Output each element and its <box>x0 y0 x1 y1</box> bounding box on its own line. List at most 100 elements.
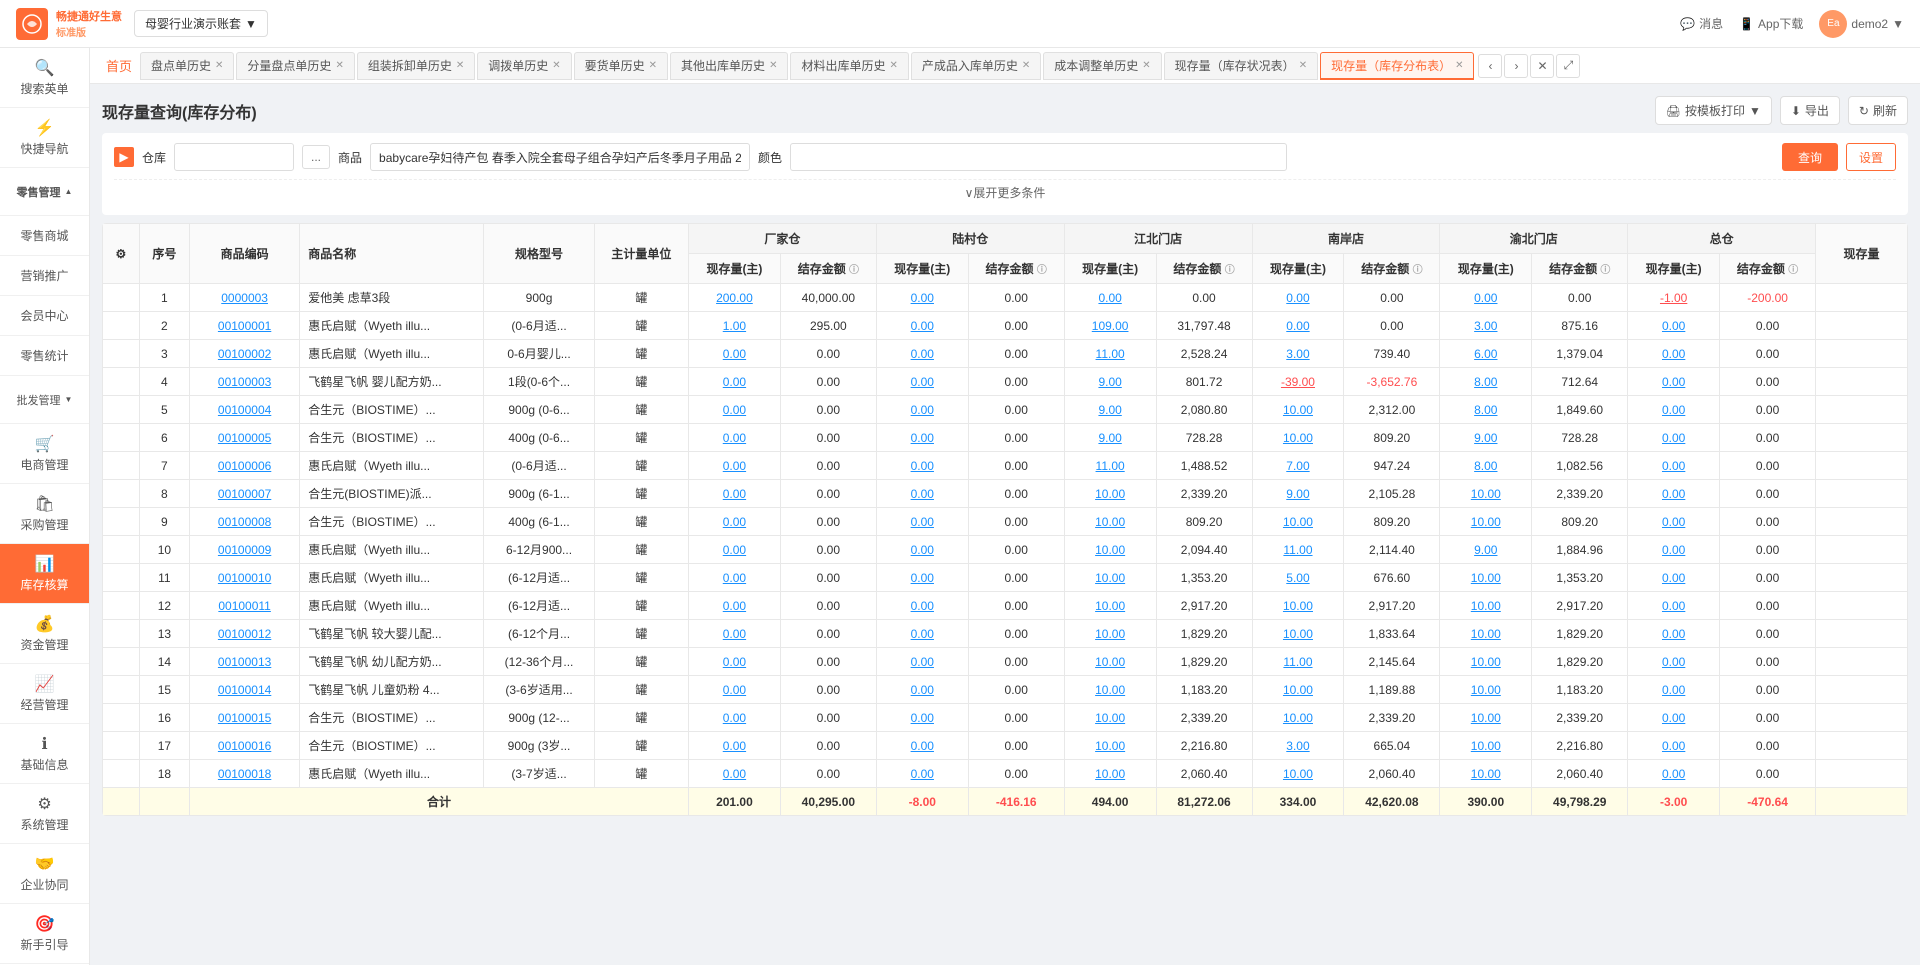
cell-unit: 罐 <box>594 424 688 452</box>
sidebar-item-operations[interactable]: 📈 经营管理 <box>0 664 89 724</box>
cell-total-qty: 0.00 <box>1628 368 1720 396</box>
tab-stock-distribution[interactable]: 现存量（库存分布表） ✕ <box>1320 52 1474 80</box>
cell-lmc-amt: 0.00 <box>968 508 1064 536</box>
sidebar-item-search[interactable]: 🔍 搜索英单 <box>0 48 89 108</box>
cell-unit: 罐 <box>594 312 688 340</box>
sidebar-item-ecommerce[interactable]: 🛒 电商管理 <box>0 424 89 484</box>
tab-assembly-history[interactable]: 组装拆卸单历史 ✕ <box>357 52 475 80</box>
th-fcc-amt: 结存金额 ⓘ <box>780 254 876 284</box>
sidebar-item-retail-mgmt[interactable]: 零售管理 ▲ <box>0 168 89 216</box>
sidebar-item-finance[interactable]: 💰 资金管理 <box>0 604 89 664</box>
cell-seq: 1 <box>139 284 189 312</box>
sidebar-item-retail-stats[interactable]: 零售统计 <box>0 336 89 376</box>
setting-btn[interactable]: 设置 <box>1846 143 1896 171</box>
tab-order-history[interactable]: 要货单历史 ✕ <box>574 52 668 80</box>
tab-close-9[interactable]: ✕ <box>1142 60 1150 71</box>
tab-transfer-history[interactable]: 调拨单历史 ✕ <box>477 52 571 80</box>
warehouse-ellipsis-btn[interactable]: ... <box>302 145 330 169</box>
tab-close-2[interactable]: ✕ <box>335 60 343 71</box>
tab-prev-btn[interactable]: ‹ <box>1478 54 1502 78</box>
cell-yub-qty: 9.00 <box>1440 424 1532 452</box>
cell-unit: 罐 <box>594 648 688 676</box>
top-bar: 畅捷通好生意 标准版 母婴行业演示账套 ▼ 💬 消息 📱 App下载 Ea de… <box>0 0 1920 48</box>
cell-jbd-qty: 10.00 <box>1064 536 1156 564</box>
cell-settings <box>103 760 140 788</box>
cell-nab-qty: 7.00 <box>1252 452 1344 480</box>
tab-cost-adjust[interactable]: 成本调整单历史 ✕ <box>1043 52 1161 80</box>
cell-lmc-amt: 0.00 <box>968 704 1064 732</box>
sidebar-item-purchase[interactable]: 🛍 采购管理 <box>0 484 89 544</box>
print-btn[interactable]: 🖨 按模板打印 ▼ <box>1655 96 1772 125</box>
cell-lmc-qty: 0.00 <box>876 732 968 760</box>
message-btn[interactable]: 💬 消息 <box>1680 15 1723 32</box>
tab-close-all-btn[interactable]: ✕ <box>1530 54 1554 78</box>
cell-nab-amt: 2,312.00 <box>1344 396 1440 424</box>
cell-lmc-qty: 0.00 <box>876 396 968 424</box>
tab-material-outbound[interactable]: 材料出库单历史 ✕ <box>790 52 908 80</box>
tab-close-3[interactable]: ✕ <box>456 60 464 71</box>
app-download-btn[interactable]: 📱 App下载 <box>1739 15 1803 32</box>
tab-expand-btn[interactable]: ⤢ <box>1556 54 1580 78</box>
cell-seq: 17 <box>139 732 189 760</box>
export-icon: ⬇ <box>1791 104 1801 118</box>
tab-production-inbound[interactable]: 产成品入库单历史 ✕ <box>911 52 1041 80</box>
cell-name: 惠氏启赋（Wyeth illu... <box>300 592 484 620</box>
tab-close-11[interactable]: ✕ <box>1455 60 1463 71</box>
sidebar-item-member[interactable]: 会员中心 <box>0 296 89 336</box>
cell-fcc-amt: 0.00 <box>780 592 876 620</box>
tab-close-1[interactable]: ✕ <box>215 60 223 71</box>
cell-total-qty: 0.00 <box>1628 508 1720 536</box>
tab-home[interactable]: 首页 <box>98 52 140 79</box>
tab-next-btn[interactable]: › <box>1504 54 1528 78</box>
filter-expand-row[interactable]: ∨ 展开更多条件 <box>114 179 1896 205</box>
cell-settings <box>103 368 140 396</box>
color-input[interactable] <box>790 143 1287 171</box>
cell-name: 飞鹤星飞帆 儿童奶粉 4... <box>300 676 484 704</box>
th-group-total: 总仓 <box>1628 224 1816 254</box>
tab-close-6[interactable]: ✕ <box>769 60 777 71</box>
cell-yub-qty: 10.00 <box>1440 592 1532 620</box>
cell-jbd-qty: 10.00 <box>1064 620 1156 648</box>
tab-stock-status[interactable]: 现存量（库存状况表） ✕ <box>1164 52 1318 80</box>
refresh-btn[interactable]: ↻ 刷新 <box>1848 96 1908 125</box>
cell-yub-qty: 8.00 <box>1440 396 1532 424</box>
sidebar-item-collab[interactable]: 🤝 企业协同 <box>0 844 89 904</box>
sidebar-item-inventory[interactable]: 📊 库存核算 <box>0 544 89 604</box>
export-btn[interactable]: ⬇ 导出 <box>1780 96 1840 125</box>
sidebar-item-retail-store[interactable]: 零售商城 <box>0 216 89 256</box>
warehouse-input[interactable] <box>174 143 294 171</box>
cell-name: 合生元（BIOSTIME）... <box>300 508 484 536</box>
sidebar-item-quicknav[interactable]: ⚡ 快捷导航 <box>0 108 89 168</box>
cell-lmc-qty: 0.00 <box>876 620 968 648</box>
sidebar-item-system[interactable]: ⚙ 系统管理 <box>0 784 89 844</box>
cell-total-amt: 0.00 <box>1720 508 1816 536</box>
sidebar-item-guide[interactable]: 🎯 新手引导 <box>0 904 89 964</box>
sidebar-item-basic-info[interactable]: ℹ 基础信息 <box>0 724 89 784</box>
tab-close-4[interactable]: ✕ <box>552 60 560 71</box>
user-area[interactable]: Ea demo2 ▼ <box>1819 10 1904 38</box>
sidebar-item-marketing[interactable]: 营销推广 <box>0 256 89 296</box>
cell-fcc-amt: 0.00 <box>780 368 876 396</box>
tab-close-5[interactable]: ✕ <box>649 60 657 71</box>
goods-input[interactable] <box>370 143 750 171</box>
tab-inventory-history-2[interactable]: 分量盘点单历史 ✕ <box>236 52 354 80</box>
cell-total-amt: -200.00 <box>1720 284 1816 312</box>
cell-total-amt: 0.00 <box>1720 676 1816 704</box>
cell-lmc-qty: 0.00 <box>876 536 968 564</box>
sidebar-item-wholesale[interactable]: 批发管理 ▼ <box>0 376 89 424</box>
cell-name: 惠氏启赋（Wyeth illu... <box>300 340 484 368</box>
th-settings[interactable]: ⚙ <box>103 224 140 284</box>
tab-close-7[interactable]: ✕ <box>889 60 897 71</box>
cell-lmc-qty: 0.00 <box>876 480 968 508</box>
cell-settings <box>103 340 140 368</box>
tab-close-10[interactable]: ✕ <box>1299 60 1307 71</box>
cell-fcc-amt: 0.00 <box>780 452 876 480</box>
tab-inventory-history-1[interactable]: 盘点单历史 ✕ <box>140 52 234 80</box>
tab-close-8[interactable]: ✕ <box>1022 60 1030 71</box>
company-selector[interactable]: 母婴行业演示账套 ▼ <box>134 10 268 37</box>
search-btn[interactable]: 查询 <box>1782 143 1838 171</box>
filter-toggle-btn[interactable]: ▶ <box>114 147 134 167</box>
tab-outbound-history[interactable]: 其他出库单历史 ✕ <box>670 52 788 80</box>
cell-nab-qty: 0.00 <box>1252 312 1344 340</box>
cell-seq: 13 <box>139 620 189 648</box>
